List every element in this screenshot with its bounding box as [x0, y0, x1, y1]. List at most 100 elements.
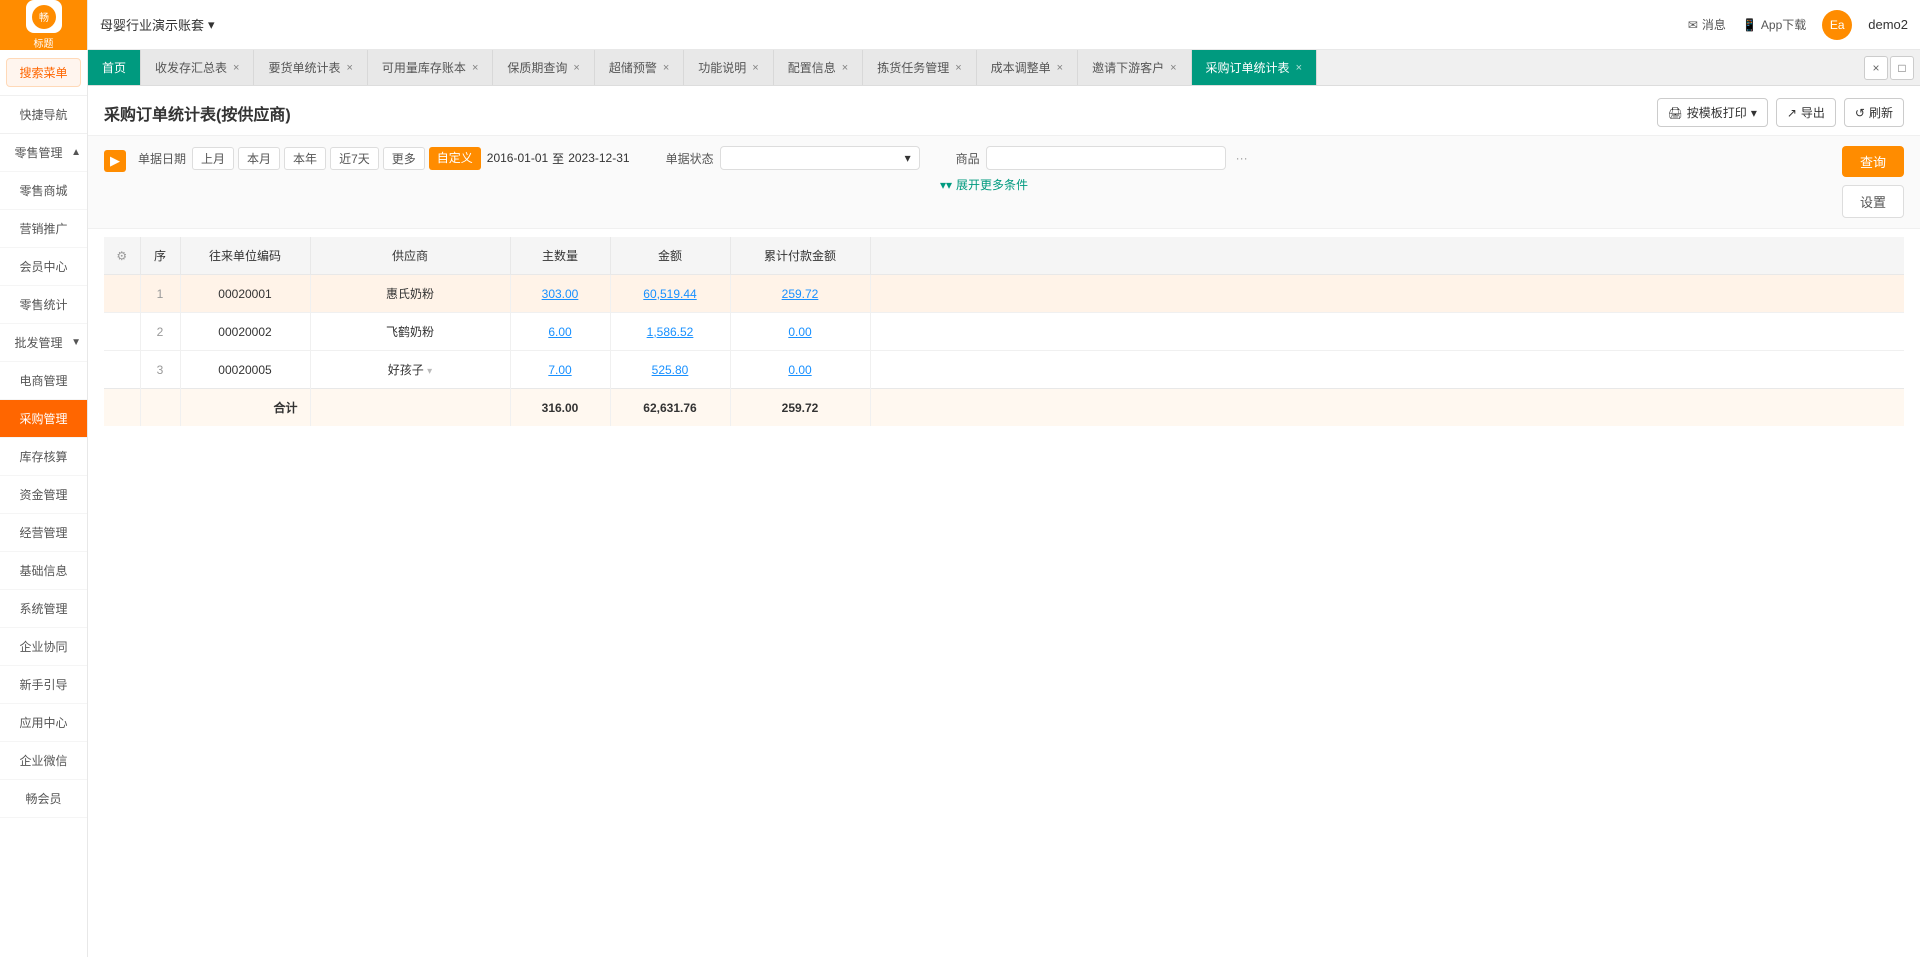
sidebar-item-system[interactable]: 系统管理 — [0, 590, 87, 628]
sidebar-item-enterprise[interactable]: 企业协同 — [0, 628, 87, 666]
tab-collect[interactable]: 收发存汇总表 × — [141, 50, 254, 86]
tab-available-stock[interactable]: 可用量库存账本 × — [368, 50, 493, 86]
tab-pick-task-close[interactable]: × — [955, 62, 961, 74]
amount-link-3[interactable]: 525.80 — [652, 363, 689, 377]
printer-icon: 🖨 — [1668, 106, 1683, 120]
sidebar-item-app-center[interactable]: 应用中心 — [0, 704, 87, 742]
filter-more-icon[interactable]: ··· — [1236, 151, 1248, 165]
export-icon: ↗ — [1787, 106, 1797, 120]
sidebar-item-retail-stats[interactable]: 零售统计 — [0, 286, 87, 324]
paid-link-3[interactable]: 0.00 — [788, 363, 811, 377]
tab-warranty-label: 保质期查询 — [507, 59, 567, 76]
tab-warranty-close[interactable]: × — [573, 62, 579, 74]
footer-qty: 316.00 — [510, 389, 610, 427]
tab-close-all-btn[interactable]: × — [1864, 56, 1888, 80]
filter-btn-last-month[interactable]: 上月 — [192, 147, 234, 170]
th-num: 序 — [140, 237, 180, 275]
filter-btn-this-month[interactable]: 本月 — [238, 147, 280, 170]
tab-function-desc-label: 功能说明 — [698, 59, 746, 76]
tab-overstock[interactable]: 超储预警 × — [595, 50, 684, 86]
expand-icon: ▾▾ — [940, 178, 952, 192]
qty-link-1[interactable]: 303.00 — [542, 287, 579, 301]
sidebar-item-inventory[interactable]: 库存核算 — [0, 438, 87, 476]
paid-link-1[interactable]: 259.72 — [782, 287, 819, 301]
dropdown-icon: ▾ — [208, 17, 215, 33]
filter-btn-this-year[interactable]: 本年 — [284, 147, 326, 170]
sidebar-item-finance[interactable]: 资金管理 — [0, 476, 87, 514]
th-qty: 主数量 — [510, 237, 610, 275]
goods-input[interactable] — [986, 146, 1226, 170]
tab-collect-label: 收发存汇总表 — [155, 59, 227, 76]
search-menu-button[interactable]: 搜索菜单 — [6, 58, 81, 87]
tab-collect-close[interactable]: × — [233, 62, 239, 74]
sidebar-item-newbie[interactable]: 新手引导 — [0, 666, 87, 704]
filter-status-item: 单据状态 ▾ — [666, 146, 920, 170]
sidebar-item-marketing[interactable]: 营销推广 — [0, 210, 87, 248]
qty-link-3[interactable]: 7.00 — [548, 363, 571, 377]
tab-invite-downstream-close[interactable]: × — [1170, 62, 1176, 74]
tab-config-info-close[interactable]: × — [842, 62, 848, 74]
sidebar-item-vip[interactable]: 畅会员 — [0, 780, 87, 818]
logo-icon: 畅 — [26, 0, 62, 33]
tab-pick-task-label: 拣货任务管理 — [877, 59, 949, 76]
print-button[interactable]: 🖨 按模板打印 ▾ — [1657, 98, 1768, 127]
export-button[interactable]: ↗ 导出 — [1776, 98, 1836, 127]
tab-purchase-summary[interactable]: 采购订单统计表 × — [1192, 50, 1317, 86]
tab-config-info[interactable]: 配置信息 × — [774, 50, 863, 86]
tab-order-summary[interactable]: 要货单统计表 × — [254, 50, 367, 86]
tab-warranty[interactable]: 保质期查询 × — [493, 50, 594, 86]
tabbar-actions: × □ — [1858, 56, 1920, 80]
tab-overstock-close[interactable]: × — [663, 62, 669, 74]
filter-toggle-btn[interactable]: ▶ — [104, 150, 126, 172]
message-icon: ✉ — [1688, 18, 1698, 32]
tab-home[interactable]: 首页 — [88, 50, 141, 86]
cell-checkbox — [104, 313, 140, 351]
amount-link-1[interactable]: 60,519.44 — [643, 287, 696, 301]
tab-function-desc[interactable]: 功能说明 × — [684, 50, 773, 86]
app-download-btn[interactable]: 📱 App下载 — [1742, 16, 1806, 33]
qty-link-2[interactable]: 6.00 — [548, 325, 571, 339]
column-settings-icon[interactable]: ⚙ — [116, 249, 127, 263]
query-button[interactable]: 查询 — [1842, 146, 1904, 177]
sidebar-item-ecommerce[interactable]: 电商管理 — [0, 362, 87, 400]
tab-available-stock-close[interactable]: × — [472, 62, 478, 74]
logo-text: 标题 — [34, 35, 54, 50]
sidebar-item-retail-mall[interactable]: 零售商城 — [0, 172, 87, 210]
sidebar-item-basic-info[interactable]: 基础信息 — [0, 552, 87, 590]
tab-cost-adjust[interactable]: 成本调整单 × — [977, 50, 1078, 86]
sidebar-item-retail[interactable]: 零售管理 ▲ — [0, 134, 87, 172]
user-avatar[interactable]: Ea — [1822, 10, 1852, 40]
tab-cost-adjust-close[interactable]: × — [1057, 62, 1063, 74]
sidebar-item-purchase[interactable]: 采购管理 — [0, 400, 87, 438]
username-label[interactable]: demo2 — [1868, 17, 1908, 32]
sidebar-item-wholesale[interactable]: 批发管理 ▼ — [0, 324, 87, 362]
tab-function-desc-close[interactable]: × — [752, 62, 758, 74]
cell-code-3: 00020005 — [180, 351, 310, 389]
tab-cost-adjust-label: 成本调整单 — [991, 59, 1051, 76]
sidebar-item-enterprise-wechat[interactable]: 企业微信 — [0, 742, 87, 780]
tab-invite-downstream-label: 邀请下游客户 — [1092, 59, 1164, 76]
tab-order-summary-close[interactable]: × — [346, 62, 352, 74]
refresh-button[interactable]: ↺ 刷新 — [1844, 98, 1904, 127]
industry-selector[interactable]: 母婴行业演示账套 ▾ — [100, 15, 215, 34]
settings-button[interactable]: 设置 — [1842, 185, 1904, 218]
date-to: 2023-12-31 — [568, 151, 629, 165]
sidebar-item-member[interactable]: 会员中心 — [0, 248, 87, 286]
amount-link-2[interactable]: 1,586.52 — [647, 325, 694, 339]
footer-label: 合计 — [180, 389, 310, 427]
filter-btn-7days[interactable]: 近7天 — [330, 147, 379, 170]
tab-invite-downstream[interactable]: 邀请下游客户 × — [1078, 50, 1191, 86]
message-btn[interactable]: ✉ 消息 — [1688, 16, 1726, 33]
filter-quick-btns: 上月 本月 本年 近7天 更多 自定义 — [192, 147, 481, 170]
filter-expand-btn[interactable]: ▾▾ 展开更多条件 — [940, 176, 1028, 193]
status-select[interactable]: ▾ — [720, 146, 920, 170]
filter-btn-more[interactable]: 更多 — [383, 147, 425, 170]
paid-link-2[interactable]: 0.00 — [788, 325, 811, 339]
filter-area: ▶ 单据日期 上月 本月 本年 近7天 更多 — [88, 136, 1920, 229]
tab-purchase-summary-close[interactable]: × — [1296, 62, 1302, 74]
filter-action-btns: 查询 设置 — [1842, 146, 1904, 218]
tab-restore-btn[interactable]: □ — [1890, 56, 1914, 80]
sidebar-item-operations[interactable]: 经营管理 — [0, 514, 87, 552]
footer-paid: 259.72 — [730, 389, 870, 427]
tab-pick-task[interactable]: 拣货任务管理 × — [863, 50, 976, 86]
